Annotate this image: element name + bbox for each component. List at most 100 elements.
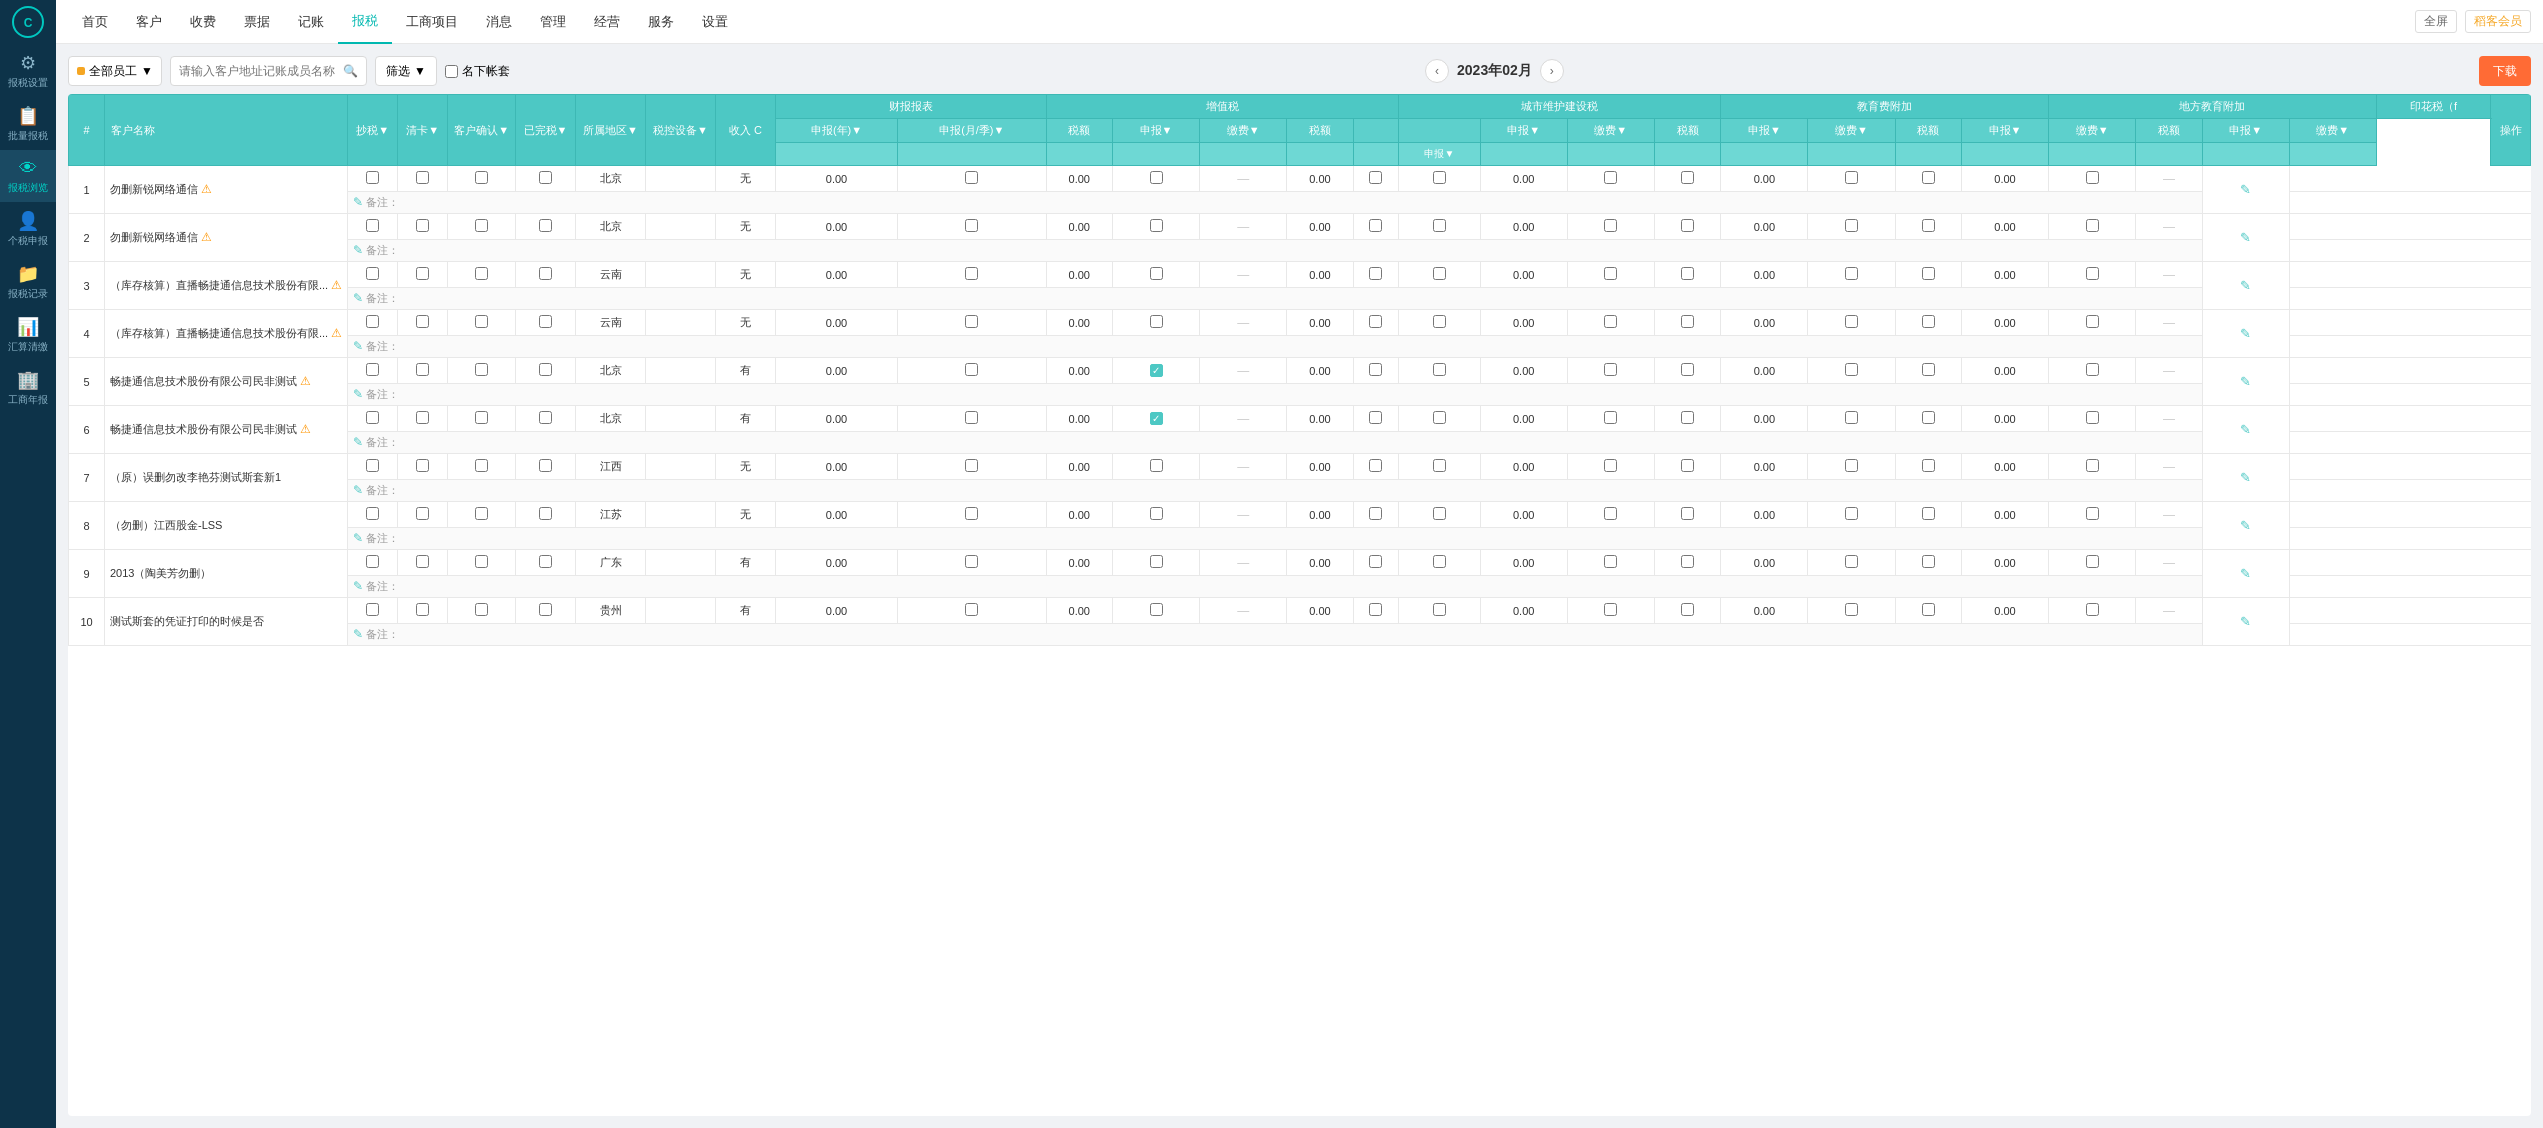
edit-note-icon[interactable]: ✎	[353, 435, 363, 449]
local-pay[interactable]	[1895, 598, 1961, 624]
action-cell[interactable]: ✎	[2202, 262, 2289, 310]
vat-pay[interactable]: —	[1200, 502, 1287, 528]
city-declare[interactable]	[1353, 454, 1399, 480]
city-declare[interactable]	[1353, 598, 1399, 624]
paid-cell[interactable]	[516, 166, 576, 192]
chaoshui-cell[interactable]	[348, 550, 398, 576]
local-declare[interactable]	[1808, 454, 1895, 480]
col-vat-pay[interactable]: 缴费▼	[1200, 119, 1287, 143]
col-city-declare[interactable]: 申报▼	[1480, 119, 1567, 143]
col-fin-month[interactable]: 申报(月/季)▼	[897, 119, 1046, 143]
nav-management[interactable]: 管理	[526, 0, 580, 44]
chaoshui-cell[interactable]	[348, 454, 398, 480]
paid-cell[interactable]	[516, 214, 576, 240]
city-pay[interactable]	[1399, 214, 1480, 240]
stamp-pay[interactable]: —	[2136, 166, 2202, 192]
vat-declare[interactable]	[1113, 598, 1200, 624]
edu-declare[interactable]	[1567, 166, 1654, 192]
fin-month-cell[interactable]	[897, 310, 1046, 336]
city-declare[interactable]	[1353, 310, 1399, 336]
col-stamp-pay[interactable]: 缴费▼	[2289, 119, 2376, 143]
paid-cell[interactable]	[516, 262, 576, 288]
city-pay[interactable]	[1399, 502, 1480, 528]
confirm-cell[interactable]	[448, 598, 516, 624]
edu-pay[interactable]	[1654, 454, 1720, 480]
local-pay[interactable]	[1895, 214, 1961, 240]
col-vat-declare[interactable]: 申报▼	[1113, 119, 1200, 143]
city-declare[interactable]	[1353, 550, 1399, 576]
city-pay[interactable]	[1399, 550, 1480, 576]
stamp-declare[interactable]	[2049, 262, 2136, 288]
edu-declare[interactable]	[1567, 598, 1654, 624]
city-pay[interactable]	[1399, 358, 1480, 384]
col-local-pay[interactable]: 缴费▼	[2049, 119, 2136, 143]
vat-pay[interactable]: —	[1200, 550, 1287, 576]
local-declare[interactable]	[1808, 406, 1895, 432]
vat-declare[interactable]	[1113, 502, 1200, 528]
local-pay[interactable]	[1895, 406, 1961, 432]
stamp-declare[interactable]	[2049, 550, 2136, 576]
edit-note-icon[interactable]: ✎	[353, 531, 363, 545]
qingka-cell[interactable]	[398, 358, 448, 384]
sidebar-item-tax-settings[interactable]: ⚙ 报税设置	[0, 44, 56, 97]
confirm-cell[interactable]	[448, 262, 516, 288]
search-input[interactable]	[179, 64, 339, 78]
confirm-cell[interactable]	[448, 550, 516, 576]
stamp-declare[interactable]	[2049, 454, 2136, 480]
nav-bookkeeping[interactable]: 记账	[284, 0, 338, 44]
edu-pay[interactable]	[1654, 358, 1720, 384]
local-pay[interactable]	[1895, 310, 1961, 336]
city-declare[interactable]	[1353, 214, 1399, 240]
vat-declare[interactable]	[1113, 214, 1200, 240]
stamp-declare[interactable]	[2049, 598, 2136, 624]
stamp-pay[interactable]: —	[2136, 214, 2202, 240]
vat-declare[interactable]	[1113, 454, 1200, 480]
edit-note-icon[interactable]: ✎	[353, 387, 363, 401]
confirm-cell[interactable]	[448, 502, 516, 528]
edit-note-icon[interactable]: ✎	[353, 483, 363, 497]
qingka-cell[interactable]	[398, 502, 448, 528]
edit-note-icon[interactable]: ✎	[353, 339, 363, 353]
sidebar-item-personal-tax[interactable]: 👤 个税申报	[0, 202, 56, 255]
col-city-pay[interactable]: 缴费▼	[1567, 119, 1654, 143]
chaoshui-cell[interactable]	[348, 262, 398, 288]
stamp-pay[interactable]: —	[2136, 358, 2202, 384]
nav-invoice[interactable]: 票据	[230, 0, 284, 44]
paid-cell[interactable]	[516, 310, 576, 336]
paid-cell[interactable]	[516, 598, 576, 624]
sidebar-item-batch-tax[interactable]: 📋 批量报税	[0, 97, 56, 150]
action-cell[interactable]: ✎	[2202, 502, 2289, 550]
stamp-pay[interactable]: —	[2136, 502, 2202, 528]
nav-settings[interactable]: 设置	[688, 0, 742, 44]
col-local-declare[interactable]: 申报▼	[1961, 119, 2048, 143]
nav-customer[interactable]: 客户	[122, 0, 176, 44]
edit-note-icon[interactable]: ✎	[353, 195, 363, 209]
local-pay[interactable]	[1895, 502, 1961, 528]
stamp-pay[interactable]: —	[2136, 406, 2202, 432]
paid-cell[interactable]	[516, 358, 576, 384]
fin-month-cell[interactable]	[897, 550, 1046, 576]
edu-pay[interactable]	[1654, 262, 1720, 288]
stamp-pay[interactable]: —	[2136, 310, 2202, 336]
vat-pay[interactable]: —	[1200, 262, 1287, 288]
local-declare[interactable]	[1808, 262, 1895, 288]
edu-pay[interactable]	[1654, 502, 1720, 528]
chaoshui-cell[interactable]	[348, 310, 398, 336]
nav-fee[interactable]: 收费	[176, 0, 230, 44]
edu-declare[interactable]	[1567, 262, 1654, 288]
chaoshui-cell[interactable]	[348, 598, 398, 624]
vat-pay[interactable]: —	[1200, 454, 1287, 480]
stamp-declare[interactable]	[2049, 358, 2136, 384]
stamp-declare[interactable]	[2049, 214, 2136, 240]
city-pay[interactable]	[1399, 166, 1480, 192]
vat-declare[interactable]	[1113, 550, 1200, 576]
action-cell[interactable]: ✎	[2202, 598, 2289, 646]
named-accounts-input[interactable]	[445, 65, 458, 78]
named-accounts-checkbox[interactable]: 名下帐套	[445, 63, 510, 80]
qingka-cell[interactable]	[398, 310, 448, 336]
member-btn[interactable]: 稻客会员	[2465, 10, 2531, 33]
vat-pay[interactable]: —	[1200, 310, 1287, 336]
paid-cell[interactable]	[516, 502, 576, 528]
city-pay[interactable]	[1399, 454, 1480, 480]
edu-pay[interactable]	[1654, 166, 1720, 192]
